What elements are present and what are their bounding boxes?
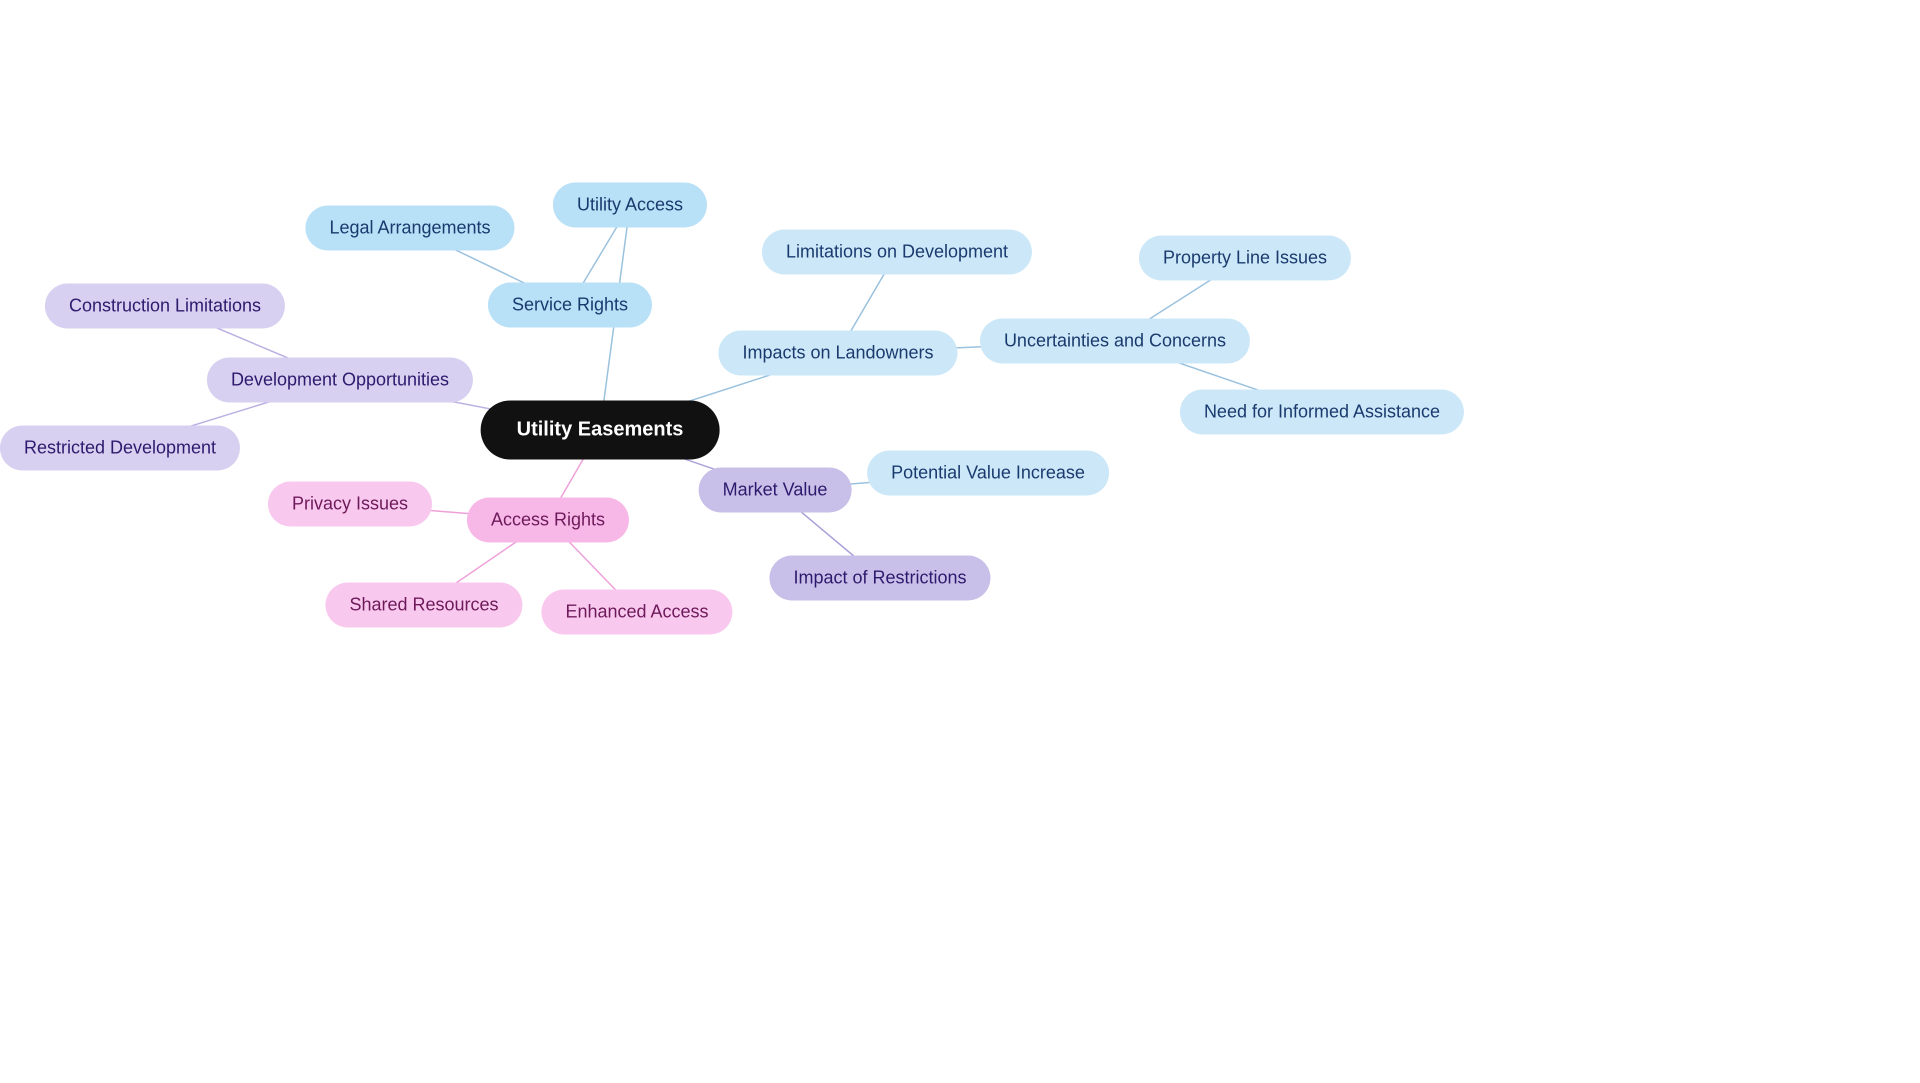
node-property-line-issues[interactable]: Property Line Issues — [1139, 236, 1351, 281]
node-utility-access[interactable]: Utility Access — [553, 183, 707, 228]
node-impacts-on-landowners[interactable]: Impacts on Landowners — [718, 331, 957, 376]
connections-svg — [0, 0, 1920, 1083]
node-impact-of-restrictions[interactable]: Impact of Restrictions — [769, 556, 990, 601]
node-limitations-on-development[interactable]: Limitations on Development — [762, 230, 1032, 275]
node-enhanced-access[interactable]: Enhanced Access — [541, 590, 732, 635]
node-center[interactable]: Utility Easements — [481, 401, 720, 460]
node-need-for-informed-assistance[interactable]: Need for Informed Assistance — [1180, 390, 1464, 435]
node-uncertainties-and-concerns[interactable]: Uncertainties and Concerns — [980, 319, 1250, 364]
node-shared-resources[interactable]: Shared Resources — [325, 583, 522, 628]
node-market-value[interactable]: Market Value — [699, 468, 852, 513]
node-restricted-development[interactable]: Restricted Development — [0, 426, 240, 471]
node-access-rights[interactable]: Access Rights — [467, 498, 629, 543]
node-service-rights[interactable]: Service Rights — [488, 283, 652, 328]
node-development-opportunities[interactable]: Development Opportunities — [207, 358, 473, 403]
node-legal-arrangements[interactable]: Legal Arrangements — [305, 206, 514, 251]
node-privacy-issues[interactable]: Privacy Issues — [268, 482, 432, 527]
node-construction-limitations[interactable]: Construction Limitations — [45, 284, 285, 329]
mindmap-container: Utility Easements Utility Access Service R… — [0, 0, 1920, 1083]
node-potential-value-increase[interactable]: Potential Value Increase — [867, 451, 1109, 496]
